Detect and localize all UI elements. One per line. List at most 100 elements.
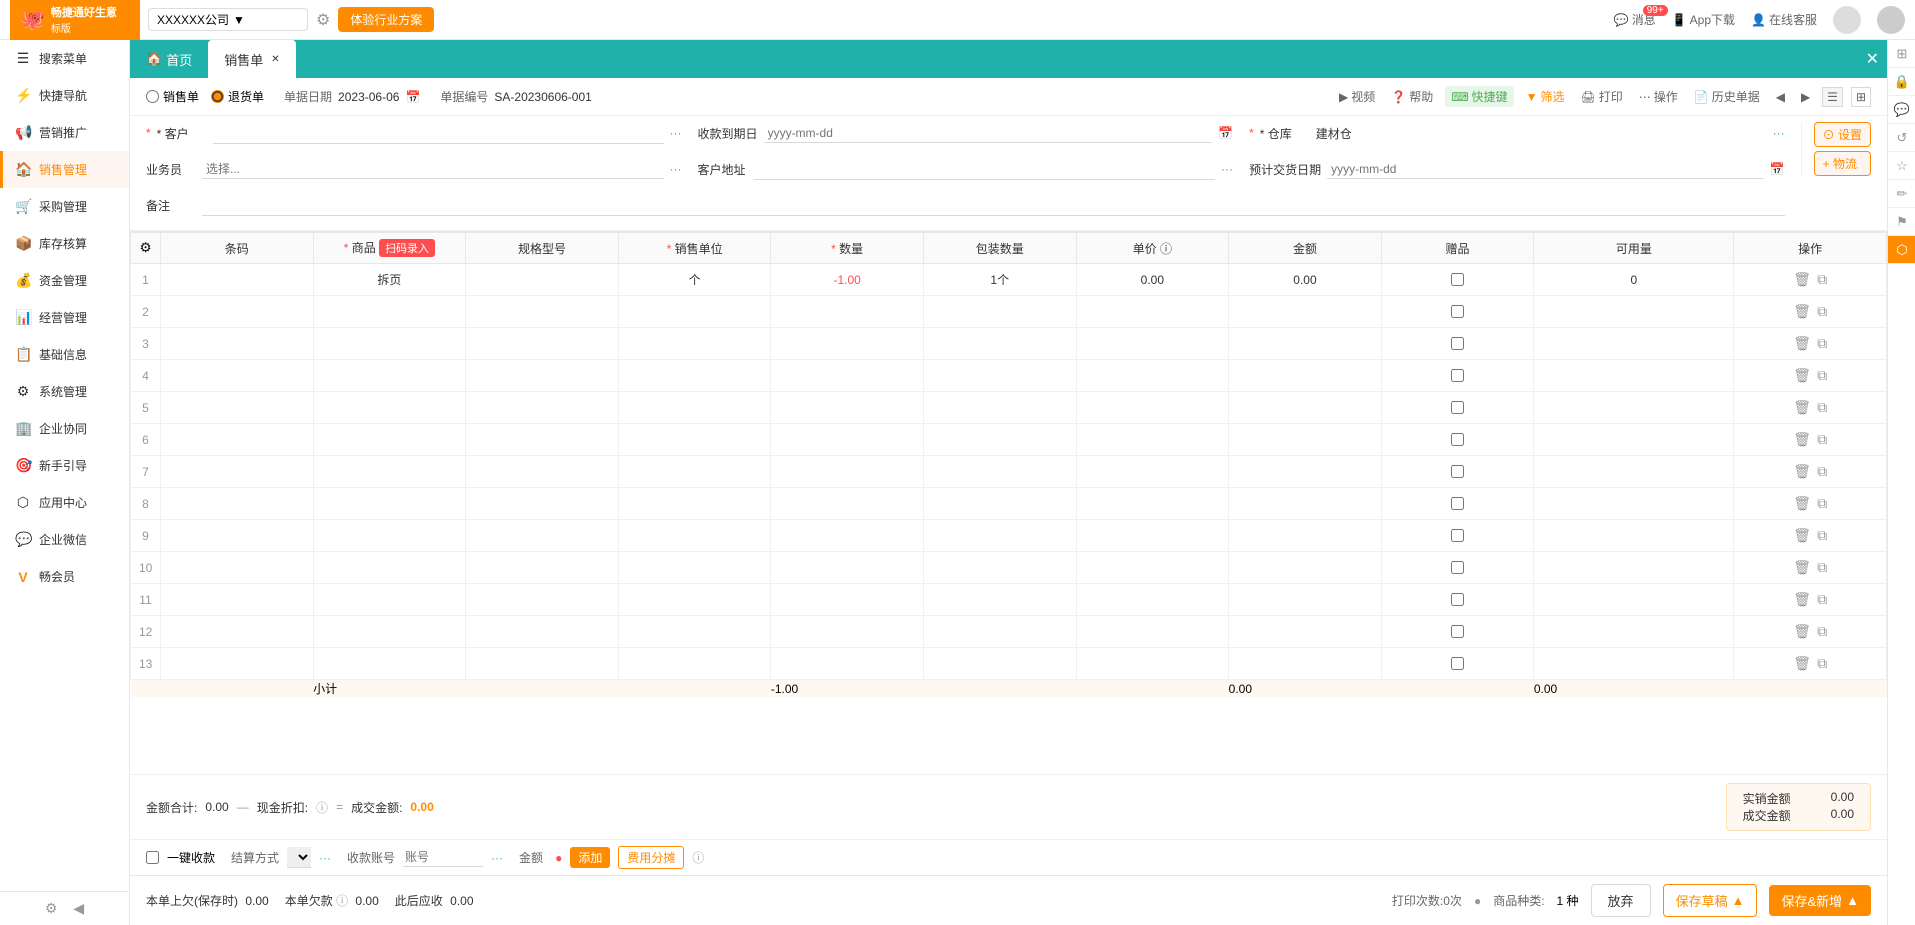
toolbar-nav-next[interactable]: ▶ — [1797, 88, 1814, 106]
delete-icon[interactable]: 🗑 — [1793, 623, 1811, 640]
row-qty[interactable]: -1.00 — [771, 264, 924, 296]
copy-icon[interactable]: ⧉ — [1817, 335, 1827, 352]
row-barcode[interactable] — [161, 264, 314, 296]
row-product[interactable] — [313, 552, 466, 584]
row-unit[interactable] — [618, 648, 771, 680]
tab-close-icon[interactable]: ✕ — [271, 54, 279, 65]
right-sidebar-comment-btn[interactable]: 💬 — [1888, 96, 1915, 124]
salesperson-dots[interactable]: ··· — [670, 162, 682, 176]
row-amount[interactable] — [1229, 520, 1382, 552]
toolbar-nav-prev[interactable]: ◀ — [1772, 88, 1789, 106]
row-price[interactable] — [1076, 296, 1229, 328]
row-gift[interactable] — [1381, 296, 1534, 328]
delete-icon[interactable]: 🗑 — [1793, 559, 1811, 576]
row-amount[interactable] — [1229, 488, 1382, 520]
row-barcode[interactable] — [161, 456, 314, 488]
calendar-receipt-icon[interactable]: 📅 — [1218, 126, 1233, 140]
row-price[interactable] — [1076, 488, 1229, 520]
row-pack-qty[interactable] — [923, 616, 1076, 648]
toolbar-list-view[interactable]: ☰ — [1822, 87, 1843, 107]
toolbar-print-btn[interactable]: 🖨 打印 — [1576, 86, 1626, 107]
copy-icon[interactable]: ⧉ — [1817, 463, 1827, 480]
row-spec[interactable] — [466, 296, 619, 328]
expected-date-input[interactable] — [1327, 160, 1764, 179]
note-input[interactable] — [202, 194, 1785, 216]
right-sidebar-orange-btn[interactable]: ⬡ — [1888, 236, 1915, 264]
right-sidebar-star-btn[interactable]: ☆ — [1888, 152, 1915, 180]
row-qty[interactable] — [771, 648, 924, 680]
delete-icon[interactable]: 🗑 — [1793, 335, 1811, 352]
delete-icon[interactable]: 🗑 — [1793, 303, 1811, 320]
sidebar-item-finance[interactable]: 💰 资金管理 — [0, 262, 129, 299]
row-barcode[interactable] — [161, 296, 314, 328]
tab-home[interactable]: 🏠 首页 — [130, 40, 208, 78]
delete-icon[interactable]: 🗑 — [1793, 655, 1811, 672]
row-product[interactable] — [313, 456, 466, 488]
sidebar-item-wechat[interactable]: 💬 企业微信 — [0, 521, 129, 558]
row-pack-qty[interactable] — [923, 648, 1076, 680]
row-amount[interactable] — [1229, 648, 1382, 680]
row-pack-qty[interactable] — [923, 488, 1076, 520]
row-amount[interactable] — [1229, 296, 1382, 328]
row-pack-qty[interactable] — [923, 424, 1076, 456]
gift-checkbox[interactable] — [1451, 625, 1464, 638]
settings-button[interactable]: ⊙ 设置 — [1814, 122, 1871, 147]
row-unit[interactable] — [618, 392, 771, 424]
gift-checkbox[interactable] — [1451, 433, 1464, 446]
row-spec[interactable] — [466, 360, 619, 392]
row-amount[interactable] — [1229, 584, 1382, 616]
row-gift[interactable] — [1381, 616, 1534, 648]
row-gift[interactable] — [1381, 328, 1534, 360]
row-barcode[interactable] — [161, 360, 314, 392]
row-gift[interactable] — [1381, 424, 1534, 456]
row-amount[interactable] — [1229, 616, 1382, 648]
delete-icon[interactable]: 🗑 — [1793, 527, 1811, 544]
gift-checkbox[interactable] — [1451, 369, 1464, 382]
payment-dots[interactable]: ··· — [491, 851, 503, 865]
row-spec[interactable] — [466, 520, 619, 552]
toolbar-history-btn[interactable]: 📄 历史单据 — [1690, 86, 1764, 107]
row-price[interactable] — [1076, 424, 1229, 456]
row-product[interactable] — [313, 648, 466, 680]
row-amount[interactable] — [1229, 392, 1382, 424]
gift-checkbox[interactable] — [1451, 657, 1464, 670]
salesperson-input[interactable] — [202, 160, 664, 179]
app-download-area[interactable]: 📱 App下载 — [1672, 11, 1735, 28]
row-price[interactable] — [1076, 520, 1229, 552]
row-price[interactable] — [1076, 328, 1229, 360]
payment-method-select[interactable] — [287, 847, 311, 868]
row-unit[interactable] — [618, 328, 771, 360]
row-pack-qty[interactable] — [923, 552, 1076, 584]
row-unit[interactable]: 个 — [618, 264, 771, 296]
fees-button[interactable]: 费用分摊 — [618, 846, 684, 869]
customer-addr-input[interactable] — [754, 158, 1216, 180]
row-amount[interactable] — [1229, 328, 1382, 360]
row-spec[interactable] — [466, 616, 619, 648]
row-qty[interactable] — [771, 456, 924, 488]
row-spec[interactable] — [466, 328, 619, 360]
row-price[interactable] — [1076, 392, 1229, 424]
receipt-date-input[interactable] — [764, 124, 1213, 143]
row-barcode[interactable] — [161, 616, 314, 648]
row-product[interactable] — [313, 424, 466, 456]
row-product[interactable] — [313, 520, 466, 552]
sidebar-item-inventory[interactable]: 📦 库存核算 — [0, 225, 129, 262]
sidebar-item-quick-nav[interactable]: ⚡ 快捷导航 — [0, 77, 129, 114]
sidebar-item-search[interactable]: ☰ 搜索菜单 — [0, 40, 129, 77]
trial-button[interactable]: 体验行业方案 — [338, 7, 434, 32]
row-pack-qty[interactable] — [923, 360, 1076, 392]
radio-sales-label[interactable]: 销售单 — [146, 88, 199, 105]
warehouse-value[interactable]: 建材仓 — [1316, 125, 1767, 142]
gift-checkbox[interactable] — [1451, 337, 1464, 350]
row-barcode[interactable] — [161, 424, 314, 456]
gear-icon-btn[interactable]: ⚙ — [316, 10, 330, 30]
row-barcode[interactable] — [161, 392, 314, 424]
right-sidebar-flag-btn[interactable]: ⚑ — [1888, 208, 1915, 236]
warehouse-dots[interactable]: ··· — [1773, 126, 1785, 140]
row-pack-qty[interactable] — [923, 584, 1076, 616]
row-spec[interactable] — [466, 456, 619, 488]
add-button[interactable]: 添加 — [570, 847, 610, 868]
copy-icon[interactable]: ⧉ — [1817, 623, 1827, 640]
sidebar-item-purchase[interactable]: 🛒 采购管理 — [0, 188, 129, 225]
row-unit[interactable] — [618, 296, 771, 328]
